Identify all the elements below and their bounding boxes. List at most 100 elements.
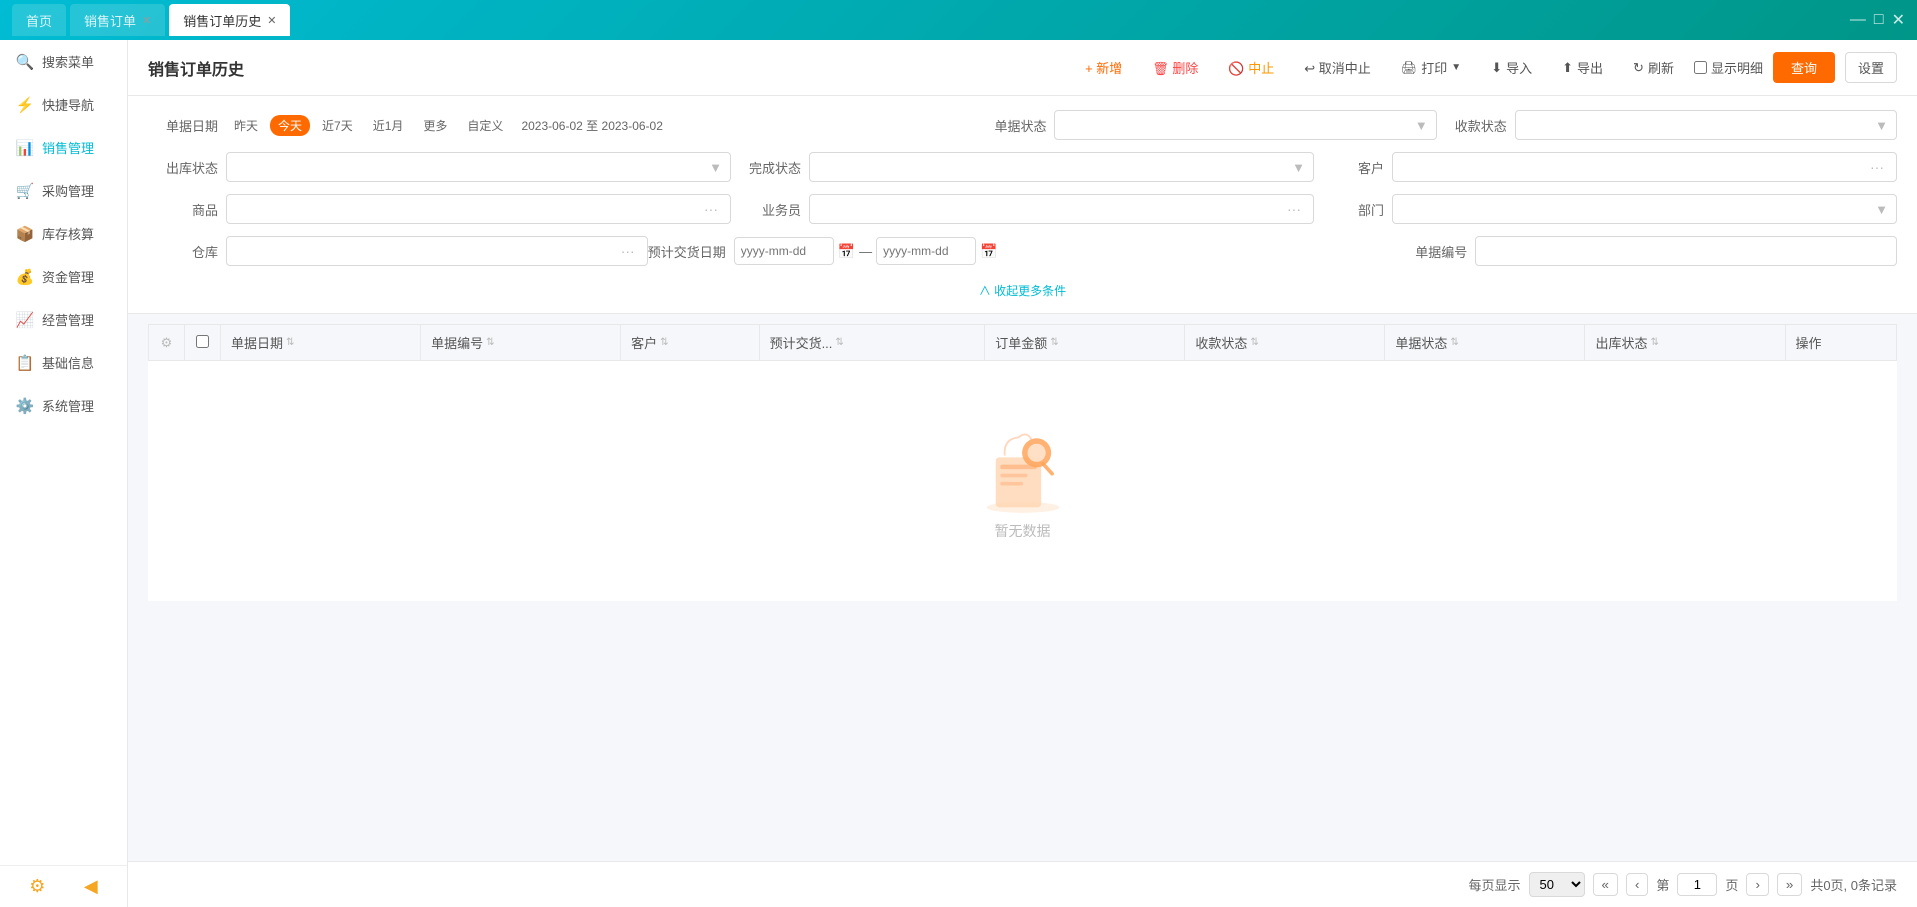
salesperson-select[interactable]: ··· xyxy=(809,194,1314,224)
sidebar-item-base-info[interactable]: 📋 基础信息 xyxy=(0,341,127,384)
page-size-select[interactable]: 50 10 20 100 xyxy=(1529,872,1585,897)
cancel-stop-button[interactable]: ↩ 取消中止 xyxy=(1294,53,1381,82)
th-customer-sort-icon[interactable]: ⇅ xyxy=(660,337,668,348)
date-range-text: 2023-06-02 至 2023-06-02 xyxy=(521,117,662,134)
department-select[interactable]: ▼ xyxy=(1392,194,1897,224)
sidebar-item-quick-nav[interactable]: ⚡ 快捷导航 xyxy=(0,83,127,126)
sidebar-item-inventory-calc[interactable]: 📦 库存核算 xyxy=(0,212,127,255)
sidebar-bottom: ⚙ ◀ xyxy=(0,865,127,907)
tab-home-label: 首页 xyxy=(26,11,52,30)
sidebar-collapse-icon[interactable]: ◀ xyxy=(84,876,98,897)
settings-button[interactable]: 设置 xyxy=(1845,52,1897,83)
th-order-status-sort-icon[interactable]: ⇅ xyxy=(1450,337,1458,348)
sidebar-item-inventory-calc-label: 库存核算 xyxy=(42,224,94,243)
tab-sales-order-label: 销售订单 xyxy=(84,11,136,30)
customer-ellipsis-icon[interactable]: ··· xyxy=(1866,159,1888,175)
th-date-label: 单据日期 xyxy=(231,333,283,352)
delivery-date-end-input[interactable] xyxy=(876,237,976,265)
new-button[interactable]: + 新增 xyxy=(1075,53,1132,82)
chip-more[interactable]: 更多 xyxy=(415,115,455,136)
th-amount-sort-icon[interactable]: ⇅ xyxy=(1050,337,1058,348)
next-page-button[interactable]: › xyxy=(1746,873,1768,896)
last-page-button[interactable]: » xyxy=(1777,873,1802,896)
chip-today[interactable]: 今天 xyxy=(270,115,310,136)
th-operation-label: 操作 xyxy=(1796,336,1822,351)
th-date-sort-icon[interactable]: ⇅ xyxy=(286,337,294,348)
order-no-input[interactable] xyxy=(1475,236,1897,266)
page-size-label: 每页显示 xyxy=(1469,875,1521,894)
print-dropdown-icon[interactable]: ▼ xyxy=(1451,62,1461,73)
tab-sales-order-close[interactable]: ✕ xyxy=(142,14,151,27)
empty-state: 暂无数据 xyxy=(149,361,1897,601)
chip-yesterday[interactable]: 昨天 xyxy=(226,115,266,136)
customer-select[interactable]: ··· xyxy=(1392,152,1897,182)
date-range-group: 昨天 今天 近7天 近1月 更多 自定义 2023-06-02 至 2023-0… xyxy=(226,115,976,136)
operation-mgmt-icon: 📈 xyxy=(16,311,34,329)
tab-sales-order[interactable]: 销售订单 ✕ xyxy=(70,4,165,36)
filter-complete-status: 完成状态 ▼ xyxy=(731,152,1314,182)
current-page-input[interactable] xyxy=(1677,873,1717,896)
th-receipt-sort-icon[interactable]: ⇅ xyxy=(1250,337,1258,348)
select-all-checkbox[interactable] xyxy=(196,335,209,348)
sidebar-item-operation-mgmt[interactable]: 📈 经营管理 xyxy=(0,298,127,341)
customer-label: 客户 xyxy=(1314,158,1384,177)
sidebar-item-search-menu[interactable]: 🔍 搜索菜单 xyxy=(0,40,127,83)
warehouse-select[interactable]: ··· xyxy=(226,236,648,266)
th-delivery-sort-icon[interactable]: ⇅ xyxy=(835,337,843,348)
delete-button[interactable]: 🗑 删除 xyxy=(1142,53,1208,82)
warehouse-ellipsis-icon[interactable]: ··· xyxy=(617,243,639,259)
collapse-bar[interactable]: ∧ 收起更多条件 xyxy=(148,278,1897,299)
table-header-row: ⚙ 单据日期 ⇅ 单据编号 xyxy=(149,325,1897,361)
tab-sales-order-history[interactable]: 销售订单历史 ✕ xyxy=(169,4,290,36)
out-status-select[interactable]: ▼ xyxy=(226,152,731,182)
show-detail-checkbox[interactable] xyxy=(1694,61,1707,74)
print-button[interactable]: 🖨 🖨 打印 打印 ▼ xyxy=(1391,53,1471,82)
page-label-suffix: 页 xyxy=(1725,875,1738,894)
chip-7days[interactable]: 近7天 xyxy=(314,115,361,136)
sidebar-item-sys-mgmt[interactable]: ⚙️ 系统管理 xyxy=(0,384,127,427)
th-out-sort-icon[interactable]: ⇅ xyxy=(1650,337,1658,348)
out-status-chevron-icon: ▼ xyxy=(709,160,722,175)
sidebar-item-sales-mgmt-label: 销售管理 xyxy=(42,138,94,157)
export-button[interactable]: ⬆ 导出 xyxy=(1552,53,1613,82)
sidebar-item-fund-mgmt[interactable]: 💰 资金管理 xyxy=(0,255,127,298)
salesperson-ellipsis-icon[interactable]: ··· xyxy=(1283,201,1305,217)
th-checkbox xyxy=(185,325,221,361)
order-status-select[interactable]: ▼ xyxy=(1054,110,1436,140)
table-gear-icon[interactable]: ⚙ xyxy=(161,335,173,350)
sidebar-item-fund-mgmt-label: 资金管理 xyxy=(42,267,94,286)
window-close-icon[interactable]: ✕ xyxy=(1892,10,1905,30)
complete-status-select[interactable]: ▼ xyxy=(809,152,1314,182)
inventory-calc-icon: 📦 xyxy=(16,225,34,243)
export-icon: ⬆ xyxy=(1562,60,1573,76)
query-button[interactable]: 查询 xyxy=(1773,52,1835,83)
import-button[interactable]: ⬇ 导入 xyxy=(1481,53,1542,82)
window-minimize-icon[interactable]: — xyxy=(1850,11,1866,29)
main-layout: 🔍 搜索菜单 ⚡ 快捷导航 📊 销售管理 🛒 采购管理 📦 库存核算 💰 资金管… xyxy=(0,40,1917,907)
th-order-no-sort-icon[interactable]: ⇅ xyxy=(486,337,494,348)
sidebar-item-sales-mgmt[interactable]: 📊 销售管理 xyxy=(0,126,127,169)
empty-illustration xyxy=(968,421,1078,521)
filter-date: 单据日期 昨天 今天 近7天 近1月 更多 自定义 2023-06-02 至 2… xyxy=(148,115,976,136)
receipt-status-select[interactable]: ▼ xyxy=(1515,110,1897,140)
th-out-status: 出库状态 ⇅ xyxy=(1585,325,1785,361)
chip-custom[interactable]: 自定义 xyxy=(459,115,511,136)
print-icon: 🖨 xyxy=(1401,60,1418,76)
calendar-start-icon: 📅 xyxy=(838,243,855,260)
product-select[interactable]: ··· xyxy=(226,194,731,224)
filter-warehouse: 仓库 ··· xyxy=(148,236,648,266)
tab-home[interactable]: 首页 xyxy=(12,4,66,36)
th-date: 单据日期 ⇅ xyxy=(221,325,421,361)
stop-button[interactable]: 🚫 中止 xyxy=(1218,53,1284,82)
sidebar-item-purchase-mgmt[interactable]: 🛒 采购管理 xyxy=(0,169,127,212)
chip-1month[interactable]: 近1月 xyxy=(365,115,412,136)
sidebar-settings-icon[interactable]: ⚙ xyxy=(29,876,45,897)
window-maximize-icon[interactable]: □ xyxy=(1874,11,1884,29)
prev-page-button[interactable]: ‹ xyxy=(1626,873,1648,896)
first-page-button[interactable]: « xyxy=(1593,873,1618,896)
sidebar-item-sys-mgmt-label: 系统管理 xyxy=(42,396,94,415)
refresh-button[interactable]: ↻ 刷新 xyxy=(1623,53,1684,82)
tab-sales-order-history-close[interactable]: ✕ xyxy=(267,14,276,27)
product-ellipsis-icon[interactable]: ··· xyxy=(700,201,722,217)
delivery-date-start-input[interactable] xyxy=(734,237,834,265)
